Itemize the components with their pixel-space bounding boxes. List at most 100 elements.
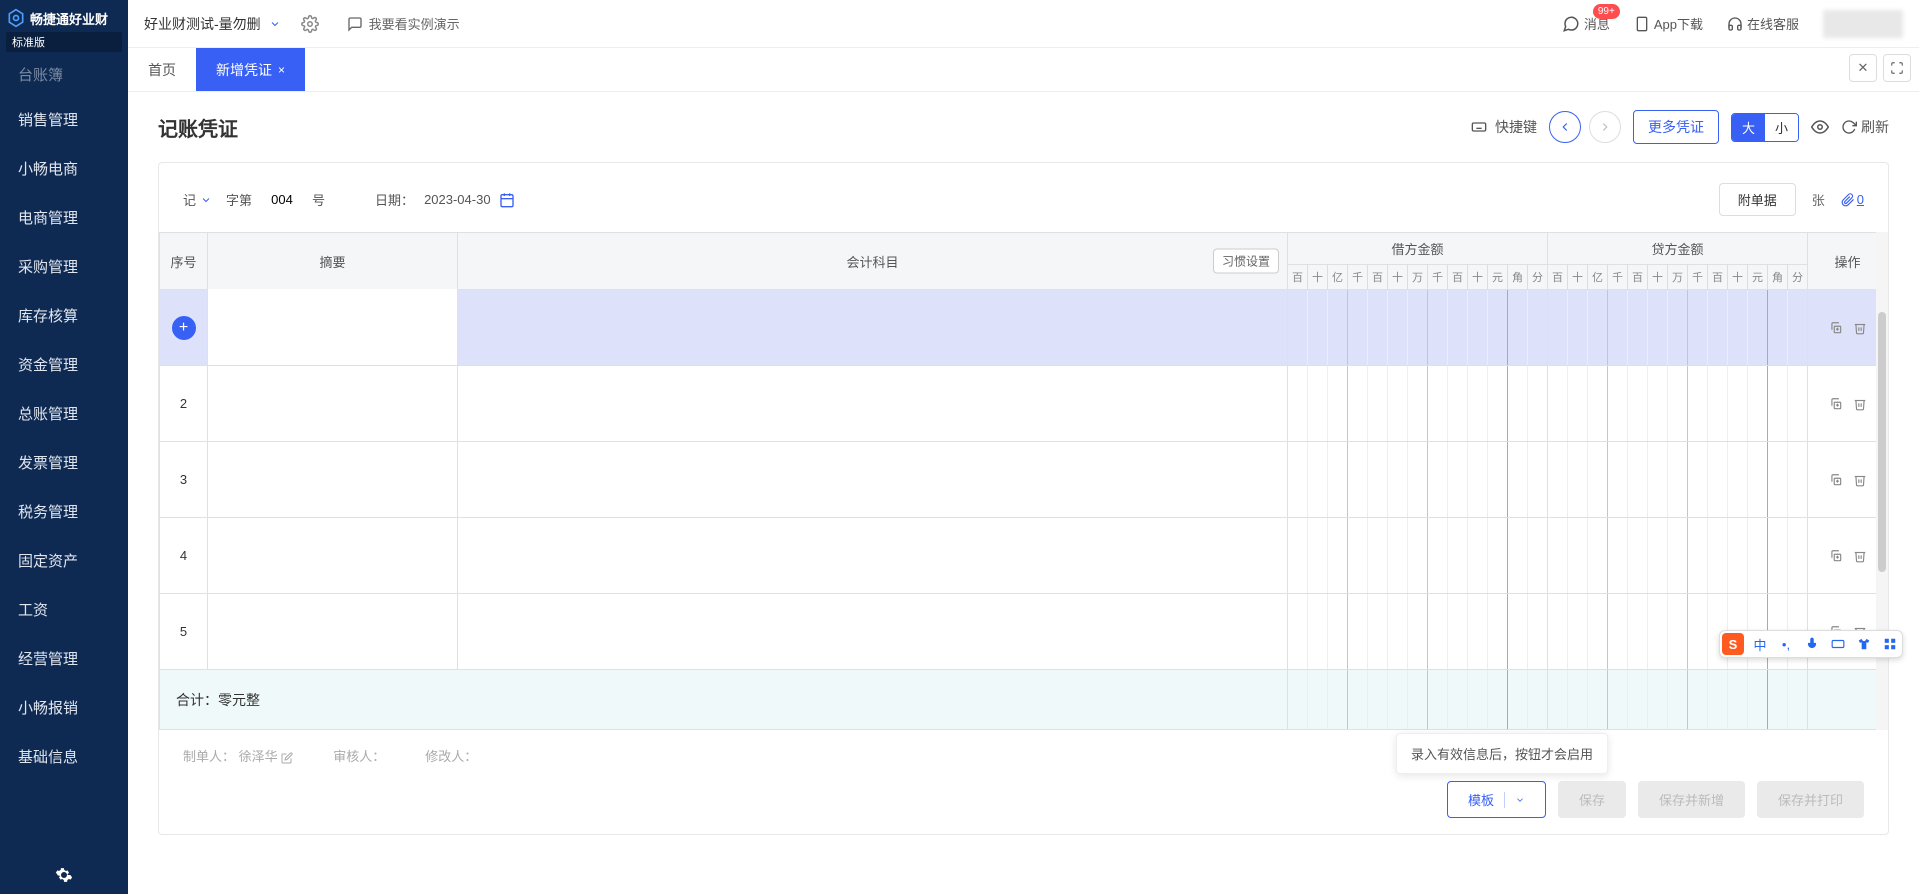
size-small[interactable]: 小 <box>1765 114 1798 141</box>
nav-purchase[interactable]: 采购管理 <box>0 242 128 291</box>
credit-cell[interactable] <box>1548 366 1808 442</box>
workspace-dropdown[interactable]: 好业财测试-量勿删 <box>144 14 281 34</box>
save-button: 保存 <box>1558 781 1626 818</box>
habit-settings-button[interactable]: 习惯设置 <box>1213 249 1279 274</box>
subject-cell[interactable] <box>458 442 1288 518</box>
nav-inventory[interactable]: 库存核算 <box>0 291 128 340</box>
debit-cell[interactable] <box>1288 290 1548 366</box>
debit-cell[interactable] <box>1288 366 1548 442</box>
nav-tax[interactable]: 税务管理 <box>0 487 128 536</box>
th-subject: 会计科目 习惯设置 <box>458 233 1288 290</box>
voucher-type-select[interactable]: 记 <box>183 190 216 209</box>
date-value[interactable]: 2023-04-30 <box>424 192 491 207</box>
size-big[interactable]: 大 <box>1732 114 1765 141</box>
brand-logo: 畅捷通好业财 <box>0 0 128 32</box>
subject-cell[interactable] <box>458 290 1288 366</box>
ime-tool[interactable] <box>1880 634 1900 654</box>
template-button[interactable]: 模板 <box>1447 781 1546 818</box>
delete-row-button[interactable] <box>1853 548 1867 564</box>
credit-cell[interactable] <box>1548 442 1808 518</box>
copy-row-button[interactable] <box>1829 548 1843 564</box>
credit-cell[interactable] <box>1548 290 1808 366</box>
table-row: 2 <box>160 366 1888 442</box>
nav-expense[interactable]: 小畅报销 <box>0 683 128 732</box>
settings-button[interactable] <box>301 15 319 33</box>
nav-partial[interactable]: 台账簿 <box>0 58 128 95</box>
main: 好业财测试-量勿删 我要看实例演示 消息 99+ App下载 <box>128 0 1919 894</box>
sheets-label: 张 <box>1812 190 1825 209</box>
ime-keyboard[interactable] <box>1828 634 1848 654</box>
refresh-icon <box>1841 119 1857 135</box>
app-download-button[interactable]: App下载 <box>1634 14 1703 33</box>
gear-icon <box>301 15 319 33</box>
nav-assets[interactable]: 固定资产 <box>0 536 128 585</box>
fullscreen-button[interactable] <box>1883 54 1911 82</box>
delete-row-button[interactable] <box>1853 396 1867 412</box>
save-new-button: 保存并新增 <box>1638 781 1745 818</box>
mic-icon <box>1805 637 1819 651</box>
total-label: 合计：零元整 <box>160 670 1288 730</box>
ime-toolbar[interactable]: S 中 •, <box>1719 630 1903 658</box>
notification-badge: 99+ <box>1593 4 1620 19</box>
ime-voice[interactable] <box>1802 634 1822 654</box>
ime-lang[interactable]: 中 <box>1750 634 1770 654</box>
nav-xiaochang-ec[interactable]: 小畅电商 <box>0 144 128 193</box>
debit-cell[interactable] <box>1288 518 1548 594</box>
headset-icon <box>1727 16 1743 32</box>
shortcut-button[interactable]: 快捷键 <box>1469 117 1537 137</box>
support-button[interactable]: 在线客服 <box>1727 14 1799 33</box>
nav-funds[interactable]: 资金管理 <box>0 340 128 389</box>
add-row-button[interactable]: + <box>172 316 196 340</box>
delete-row-button[interactable] <box>1853 472 1867 488</box>
copy-row-button[interactable] <box>1829 396 1843 412</box>
voucher-form-row: 记 字第 号 日期： 2023-04-30 <box>159 183 1888 232</box>
user-avatar[interactable] <box>1823 10 1903 38</box>
sogou-icon: S <box>1722 633 1744 655</box>
chevron-down-icon <box>200 194 212 206</box>
ime-punct[interactable]: •, <box>1776 634 1796 654</box>
messages-button[interactable]: 消息 99+ <box>1562 14 1610 33</box>
attachment-link[interactable]: 0 <box>1841 192 1864 207</box>
nav-sales[interactable]: 销售管理 <box>0 95 128 144</box>
view-button[interactable] <box>1811 118 1829 136</box>
arrow-left-icon <box>1558 120 1572 134</box>
debit-cell[interactable] <box>1288 442 1548 518</box>
subject-cell[interactable] <box>458 366 1288 442</box>
arrow-right-icon <box>1598 120 1612 134</box>
refresh-button[interactable]: 刷新 <box>1841 117 1889 137</box>
credit-cell[interactable] <box>1548 518 1808 594</box>
subject-cell[interactable] <box>458 518 1288 594</box>
calendar-icon[interactable] <box>499 192 515 208</box>
more-voucher-button[interactable]: 更多凭证 <box>1633 110 1719 144</box>
nav-ledger[interactable]: 总账管理 <box>0 389 128 438</box>
keyboard-icon <box>1831 637 1845 651</box>
tab-home[interactable]: 首页 <box>128 48 196 91</box>
nav-operation[interactable]: 经营管理 <box>0 634 128 683</box>
tab-new-voucher[interactable]: 新增凭证 × <box>196 48 305 91</box>
copy-row-button[interactable] <box>1829 320 1843 336</box>
next-voucher-button[interactable] <box>1589 111 1621 143</box>
prev-voucher-button[interactable] <box>1549 111 1581 143</box>
summary-input[interactable] <box>208 289 457 364</box>
nav-salary[interactable]: 工资 <box>0 585 128 634</box>
sidebar-settings-button[interactable] <box>0 856 128 894</box>
delete-row-button[interactable] <box>1853 320 1867 336</box>
size-toggle[interactable]: 大 小 <box>1731 113 1799 142</box>
voucher-number-input[interactable] <box>262 192 302 207</box>
chevron-down-icon <box>1515 795 1525 805</box>
close-all-button[interactable]: ✕ <box>1849 54 1877 82</box>
keyboard-icon <box>1469 119 1489 135</box>
close-icon[interactable]: × <box>278 63 285 77</box>
nav-invoice[interactable]: 发票管理 <box>0 438 128 487</box>
subject-cell[interactable] <box>458 594 1288 670</box>
attach-button[interactable]: 附单据 <box>1719 183 1796 216</box>
nav-basic[interactable]: 基础信息 <box>0 732 128 781</box>
demo-link[interactable]: 我要看实例演示 <box>347 14 460 33</box>
nav-ecommerce[interactable]: 电商管理 <box>0 193 128 242</box>
tooltip: 录入有效信息后，按钮才会启用 <box>1396 733 1608 774</box>
ime-skin[interactable] <box>1854 634 1874 654</box>
debit-cell[interactable] <box>1288 594 1548 670</box>
edit-icon[interactable] <box>281 752 293 764</box>
message-icon <box>1562 15 1580 33</box>
copy-row-button[interactable] <box>1829 472 1843 488</box>
